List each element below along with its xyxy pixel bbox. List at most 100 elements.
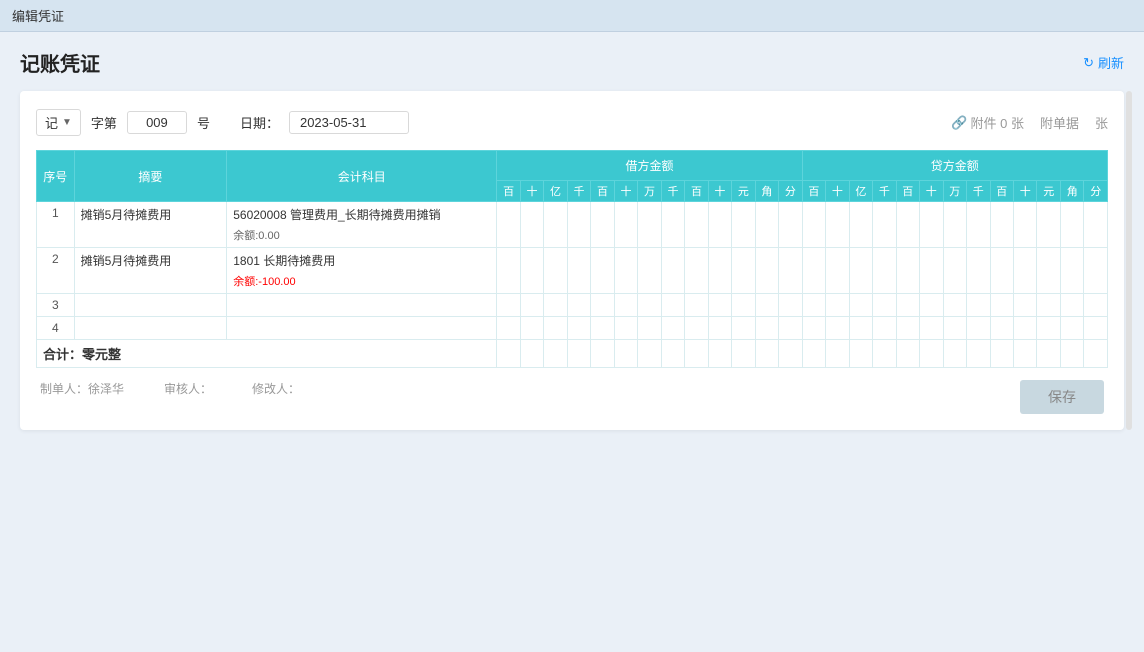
credit-cell-2-1[interactable] xyxy=(826,294,849,317)
credit-cell-2-4[interactable] xyxy=(896,294,919,317)
credit-cell-1-0[interactable] xyxy=(802,248,825,294)
debit-cell-2-9[interactable] xyxy=(708,294,731,317)
debit-cell-3-5[interactable] xyxy=(614,317,637,340)
credit-cell-1-1[interactable] xyxy=(826,248,849,294)
debit-cell-2-0[interactable] xyxy=(497,294,520,317)
debit-cell-1-1[interactable] xyxy=(520,248,543,294)
credit-cell-1-5[interactable] xyxy=(920,248,943,294)
row-account-2[interactable] xyxy=(227,294,497,317)
voucher-number-input[interactable] xyxy=(127,111,187,134)
credit-cell-2-7[interactable] xyxy=(967,294,990,317)
credit-cell-3-9[interactable] xyxy=(1013,317,1036,340)
debit-cell-2-1[interactable] xyxy=(520,294,543,317)
debit-cell-2-10[interactable] xyxy=(732,294,755,317)
credit-cell-1-12[interactable] xyxy=(1084,248,1108,294)
credit-cell-0-7[interactable] xyxy=(967,202,990,248)
row-account-0[interactable]: 56020008 管理费用_长期待摊费用摊销余额:0.00 xyxy=(227,202,497,248)
debit-cell-2-4[interactable] xyxy=(591,294,614,317)
debit-cell-2-6[interactable] xyxy=(638,294,661,317)
debit-cell-2-2[interactable] xyxy=(544,294,567,317)
credit-cell-3-3[interactable] xyxy=(873,317,896,340)
debit-cell-1-8[interactable] xyxy=(685,248,708,294)
credit-cell-3-4[interactable] xyxy=(896,317,919,340)
debit-cell-3-8[interactable] xyxy=(685,317,708,340)
debit-cell-2-7[interactable] xyxy=(661,294,684,317)
credit-cell-3-2[interactable] xyxy=(849,317,872,340)
attach-single-label[interactable]: 附单据 xyxy=(1040,113,1079,132)
credit-cell-1-8[interactable] xyxy=(990,248,1013,294)
credit-cell-3-10[interactable] xyxy=(1037,317,1060,340)
debit-cell-3-9[interactable] xyxy=(708,317,731,340)
debit-cell-0-3[interactable] xyxy=(567,202,590,248)
row-account-3[interactable] xyxy=(227,317,497,340)
credit-cell-1-6[interactable] xyxy=(943,248,966,294)
debit-cell-1-3[interactable] xyxy=(567,248,590,294)
credit-cell-1-10[interactable] xyxy=(1037,248,1060,294)
credit-cell-1-2[interactable] xyxy=(849,248,872,294)
debit-cell-0-12[interactable] xyxy=(779,202,802,248)
debit-cell-0-6[interactable] xyxy=(638,202,661,248)
debit-cell-2-5[interactable] xyxy=(614,294,637,317)
credit-cell-1-11[interactable] xyxy=(1060,248,1083,294)
credit-cell-1-4[interactable] xyxy=(896,248,919,294)
save-button[interactable]: 保存 xyxy=(1020,380,1104,414)
debit-cell-1-9[interactable] xyxy=(708,248,731,294)
debit-cell-2-3[interactable] xyxy=(567,294,590,317)
debit-cell-0-2[interactable] xyxy=(544,202,567,248)
credit-cell-0-8[interactable] xyxy=(990,202,1013,248)
credit-cell-3-0[interactable] xyxy=(802,317,825,340)
debit-cell-0-7[interactable] xyxy=(661,202,684,248)
credit-cell-2-9[interactable] xyxy=(1013,294,1036,317)
debit-cell-0-8[interactable] xyxy=(685,202,708,248)
debit-cell-1-2[interactable] xyxy=(544,248,567,294)
debit-cell-0-10[interactable] xyxy=(732,202,755,248)
credit-cell-0-3[interactable] xyxy=(873,202,896,248)
credit-cell-0-2[interactable] xyxy=(849,202,872,248)
debit-cell-0-11[interactable] xyxy=(755,202,778,248)
debit-cell-3-10[interactable] xyxy=(732,317,755,340)
debit-cell-0-9[interactable] xyxy=(708,202,731,248)
credit-cell-1-3[interactable] xyxy=(873,248,896,294)
debit-cell-0-0[interactable] xyxy=(497,202,520,248)
credit-cell-2-0[interactable] xyxy=(802,294,825,317)
credit-cell-0-5[interactable] xyxy=(920,202,943,248)
debit-cell-1-10[interactable] xyxy=(732,248,755,294)
credit-cell-2-12[interactable] xyxy=(1084,294,1108,317)
credit-cell-3-8[interactable] xyxy=(990,317,1013,340)
credit-cell-0-4[interactable] xyxy=(896,202,919,248)
credit-cell-3-5[interactable] xyxy=(920,317,943,340)
credit-cell-0-0[interactable] xyxy=(802,202,825,248)
credit-cell-0-6[interactable] xyxy=(943,202,966,248)
debit-cell-0-1[interactable] xyxy=(520,202,543,248)
debit-cell-3-6[interactable] xyxy=(638,317,661,340)
debit-cell-3-0[interactable] xyxy=(497,317,520,340)
debit-cell-1-11[interactable] xyxy=(755,248,778,294)
debit-cell-3-4[interactable] xyxy=(591,317,614,340)
credit-cell-0-10[interactable] xyxy=(1037,202,1060,248)
credit-cell-0-12[interactable] xyxy=(1084,202,1108,248)
credit-cell-2-2[interactable] xyxy=(849,294,872,317)
debit-cell-1-7[interactable] xyxy=(661,248,684,294)
credit-cell-2-3[interactable] xyxy=(873,294,896,317)
credit-cell-3-12[interactable] xyxy=(1084,317,1108,340)
debit-cell-1-6[interactable] xyxy=(638,248,661,294)
voucher-type-button[interactable]: 记 ▼ xyxy=(36,109,81,136)
debit-cell-2-8[interactable] xyxy=(685,294,708,317)
row-account-1[interactable]: 1801 长期待摊费用余额:-100.00 xyxy=(227,248,497,294)
credit-cell-0-9[interactable] xyxy=(1013,202,1036,248)
credit-cell-2-11[interactable] xyxy=(1060,294,1083,317)
credit-cell-3-1[interactable] xyxy=(826,317,849,340)
debit-cell-0-5[interactable] xyxy=(614,202,637,248)
debit-cell-3-11[interactable] xyxy=(755,317,778,340)
row-summary-1[interactable]: 摊销5月待摊费用 xyxy=(74,248,227,294)
debit-cell-0-4[interactable] xyxy=(591,202,614,248)
date-input[interactable] xyxy=(289,111,409,134)
debit-cell-1-12[interactable] xyxy=(779,248,802,294)
debit-cell-2-12[interactable] xyxy=(779,294,802,317)
credit-cell-3-11[interactable] xyxy=(1060,317,1083,340)
debit-cell-1-4[interactable] xyxy=(591,248,614,294)
credit-cell-1-7[interactable] xyxy=(967,248,990,294)
credit-cell-2-10[interactable] xyxy=(1037,294,1060,317)
debit-cell-2-11[interactable] xyxy=(755,294,778,317)
credit-cell-0-1[interactable] xyxy=(826,202,849,248)
